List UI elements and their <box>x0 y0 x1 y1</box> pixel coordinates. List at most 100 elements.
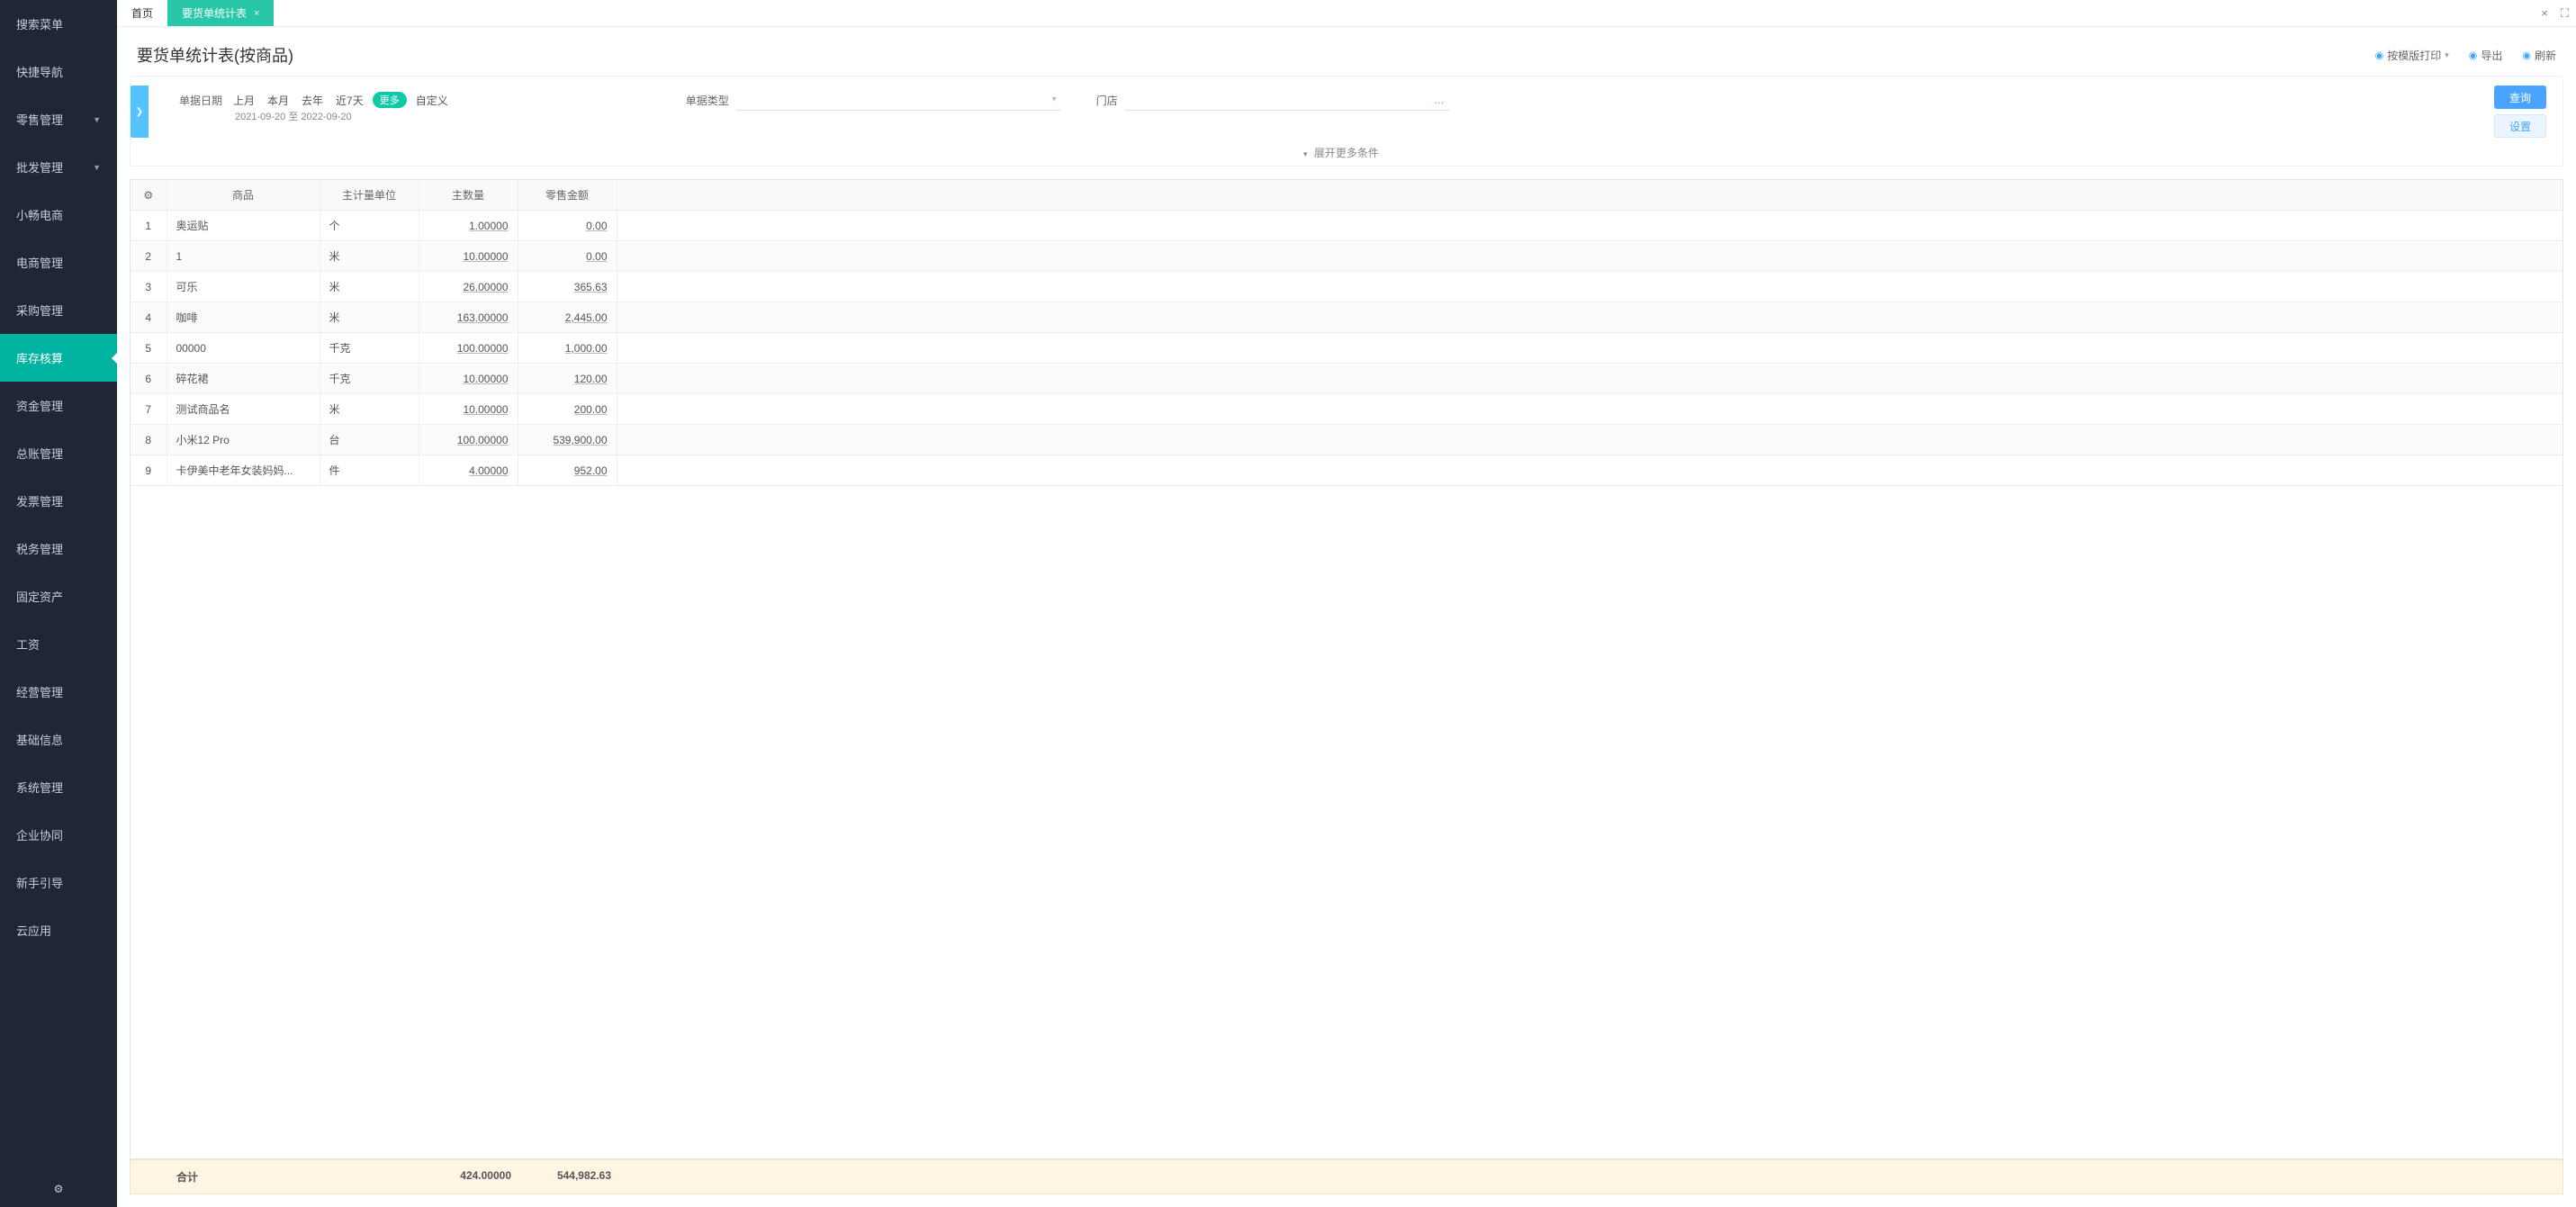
cell-amount[interactable]: 120.00 <box>518 364 617 394</box>
table-row[interactable]: 500000千克100.000001,000.00 <box>131 333 2562 364</box>
sidebar-item-funds[interactable]: 资金管理 <box>0 382 117 429</box>
table-row[interactable]: 4咖啡米163.000002,445.00 <box>131 302 2562 333</box>
cell-amount[interactable]: 0.00 <box>518 211 617 241</box>
cell-qty[interactable]: 163.00000 <box>419 302 518 333</box>
fullscreen-icon[interactable]: ⛶ <box>2561 6 2569 21</box>
table-row[interactable]: 7测试商品名米10.00000200.00 <box>131 394 2562 425</box>
cell-unit: 台 <box>320 425 419 455</box>
sidebar-item-invoice[interactable]: 发票管理 <box>0 477 117 525</box>
sidebar-item-payroll[interactable]: 工资 <box>0 620 117 668</box>
tabs: 首页 要货单统计表 × × ⛶ <box>117 0 2576 27</box>
header-qty[interactable]: 主数量 <box>419 180 518 211</box>
cell-qty[interactable]: 26.00000 <box>419 272 518 302</box>
sidebar-item-label: 基础信息 <box>16 731 63 748</box>
shortcut-this-month[interactable]: 本月 <box>264 91 293 110</box>
cell-unit: 件 <box>320 455 419 486</box>
cell-amount[interactable]: 0.00 <box>518 241 617 272</box>
cell-index: 2 <box>131 241 167 272</box>
cell-amount[interactable]: 200.00 <box>518 394 617 425</box>
cell-spacer <box>617 394 2562 425</box>
store-select[interactable]: … <box>1125 89 1449 111</box>
sidebar-item-ecommerce-b[interactable]: 电商管理 <box>0 239 117 286</box>
filter-doc-type: 单据类型 ▾ <box>686 86 1060 114</box>
sidebar-item-label: 经营管理 <box>16 683 63 700</box>
cell-amount[interactable]: 365.63 <box>518 272 617 302</box>
filter-expand-handle[interactable]: ❯ <box>131 86 149 138</box>
export-button[interactable]: ◉ 导出 <box>2469 48 2503 63</box>
header-product[interactable]: 商品 <box>167 180 320 211</box>
expand-more-filters[interactable]: ▾ 展开更多条件 <box>131 138 2552 160</box>
cell-qty[interactable]: 100.00000 <box>419 333 518 364</box>
cell-amount[interactable]: 1,000.00 <box>518 333 617 364</box>
close-all-icon[interactable]: × <box>2541 6 2548 20</box>
table-row[interactable]: 8小米12 Pro台100.00000539,900.00 <box>131 425 2562 455</box>
header-unit[interactable]: 主计量单位 <box>320 180 419 211</box>
cell-qty[interactable]: 100.00000 <box>419 425 518 455</box>
table-row[interactable]: 1奥运贴个1.000000.00 <box>131 211 2562 241</box>
sidebar-item-label: 库存核算 <box>16 349 63 366</box>
filter-settings-button[interactable]: 设置 <box>2494 114 2546 138</box>
cell-qty[interactable]: 10.00000 <box>419 394 518 425</box>
shortcut-custom[interactable]: 自定义 <box>412 91 452 110</box>
close-icon[interactable]: × <box>254 8 259 19</box>
sidebar-item-cloud[interactable]: 云应用 <box>0 906 117 954</box>
tab-home[interactable]: 首页 <box>117 0 167 26</box>
shortcut-this-year[interactable]: 去年 <box>298 91 327 110</box>
main: 首页 要货单统计表 × × ⛶ 要货单统计表(按商品) ◉ 按模版打印 ▾ ◉ … <box>117 0 2576 1207</box>
sidebar-item-base[interactable]: 基础信息 <box>0 716 117 763</box>
cell-qty[interactable]: 10.00000 <box>419 241 518 272</box>
shortcut-last7[interactable]: 近7天 <box>332 91 367 110</box>
sidebar: 搜索菜单 快捷导航 零售管理▼ 批发管理▼ 小畅电商 电商管理 采购管理 库存核… <box>0 0 117 1207</box>
cell-amount[interactable]: 539,900.00 <box>518 425 617 455</box>
cell-index: 9 <box>131 455 167 486</box>
header-amount[interactable]: 零售金额 <box>518 180 617 211</box>
sidebar-item-wholesale[interactable]: 批发管理▼ <box>0 143 117 191</box>
doc-type-select[interactable]: ▾ <box>736 89 1060 111</box>
cell-qty[interactable]: 4.00000 <box>419 455 518 486</box>
table-body[interactable]: 1奥运贴个1.000000.0021米10.000000.003可乐米26.00… <box>131 211 2562 1158</box>
cell-qty[interactable]: 1.00000 <box>419 211 518 241</box>
tab-report[interactable]: 要货单统计表 × <box>167 0 274 26</box>
cell-amount[interactable]: 2,445.00 <box>518 302 617 333</box>
cell-index: 4 <box>131 302 167 333</box>
shortcut-last-month[interactable]: 上月 <box>230 91 258 110</box>
table-row[interactable]: 21米10.000000.00 <box>131 241 2562 272</box>
sidebar-item-quicknav[interactable]: 快捷导航 <box>0 48 117 95</box>
cell-amount[interactable]: 952.00 <box>518 455 617 486</box>
sidebar-item-system[interactable]: 系统管理 <box>0 763 117 811</box>
print-button[interactable]: ◉ 按模版打印 ▾ <box>2375 48 2449 63</box>
sidebar-item-search[interactable]: 搜索菜单 <box>0 0 117 48</box>
column-settings[interactable]: ⚙ <box>131 180 167 211</box>
table-row[interactable]: 3可乐米26.00000365.63 <box>131 272 2562 302</box>
sidebar-item-label: 企业协同 <box>16 826 63 843</box>
chevron-right-icon: ❯ <box>136 107 143 117</box>
expand-more-label: 展开更多条件 <box>1314 147 1379 159</box>
query-button[interactable]: 查询 <box>2494 86 2546 109</box>
sidebar-item-label: 固定资产 <box>16 588 63 605</box>
sidebar-item-tax[interactable]: 税务管理 <box>0 525 117 572</box>
cell-product: 奥运贴 <box>167 211 320 241</box>
sidebar-item-label: 资金管理 <box>16 397 63 414</box>
sidebar-item-guide[interactable]: 新手引导 <box>0 859 117 906</box>
sidebar-item-ledger[interactable]: 总账管理 <box>0 429 117 477</box>
shortcut-more[interactable]: 更多 <box>373 92 407 108</box>
sidebar-item-fixed-assets[interactable]: 固定资产 <box>0 572 117 620</box>
table-row[interactable]: 9卡伊美中老年女装妈妈...件4.00000952.00 <box>131 455 2562 486</box>
sidebar-item-retail[interactable]: 零售管理▼ <box>0 95 117 143</box>
cell-qty[interactable]: 10.00000 <box>419 364 518 394</box>
cell-unit: 米 <box>320 302 419 333</box>
sidebar-item-label: 采购管理 <box>16 302 63 319</box>
cell-index: 7 <box>131 394 167 425</box>
sidebar-item-collab[interactable]: 企业协同 <box>0 811 117 859</box>
sidebar-item-label: 工资 <box>16 635 40 653</box>
refresh-button[interactable]: ◉ 刷新 <box>2522 48 2556 63</box>
cell-product: 碎花裙 <box>167 364 320 394</box>
sidebar-item-inventory[interactable]: 库存核算 <box>0 334 117 382</box>
sidebar-item-purchase[interactable]: 采购管理 <box>0 286 117 334</box>
date-shortcuts: 上月 本月 去年 近7天 更多 自定义 <box>230 91 452 110</box>
sidebar-settings[interactable]: ⚙ <box>0 1171 117 1207</box>
cell-spacer <box>617 333 2562 364</box>
table-row[interactable]: 6碎花裙千克10.00000120.00 <box>131 364 2562 394</box>
sidebar-item-biz[interactable]: 经营管理 <box>0 668 117 716</box>
sidebar-item-ecommerce-a[interactable]: 小畅电商 <box>0 191 117 239</box>
